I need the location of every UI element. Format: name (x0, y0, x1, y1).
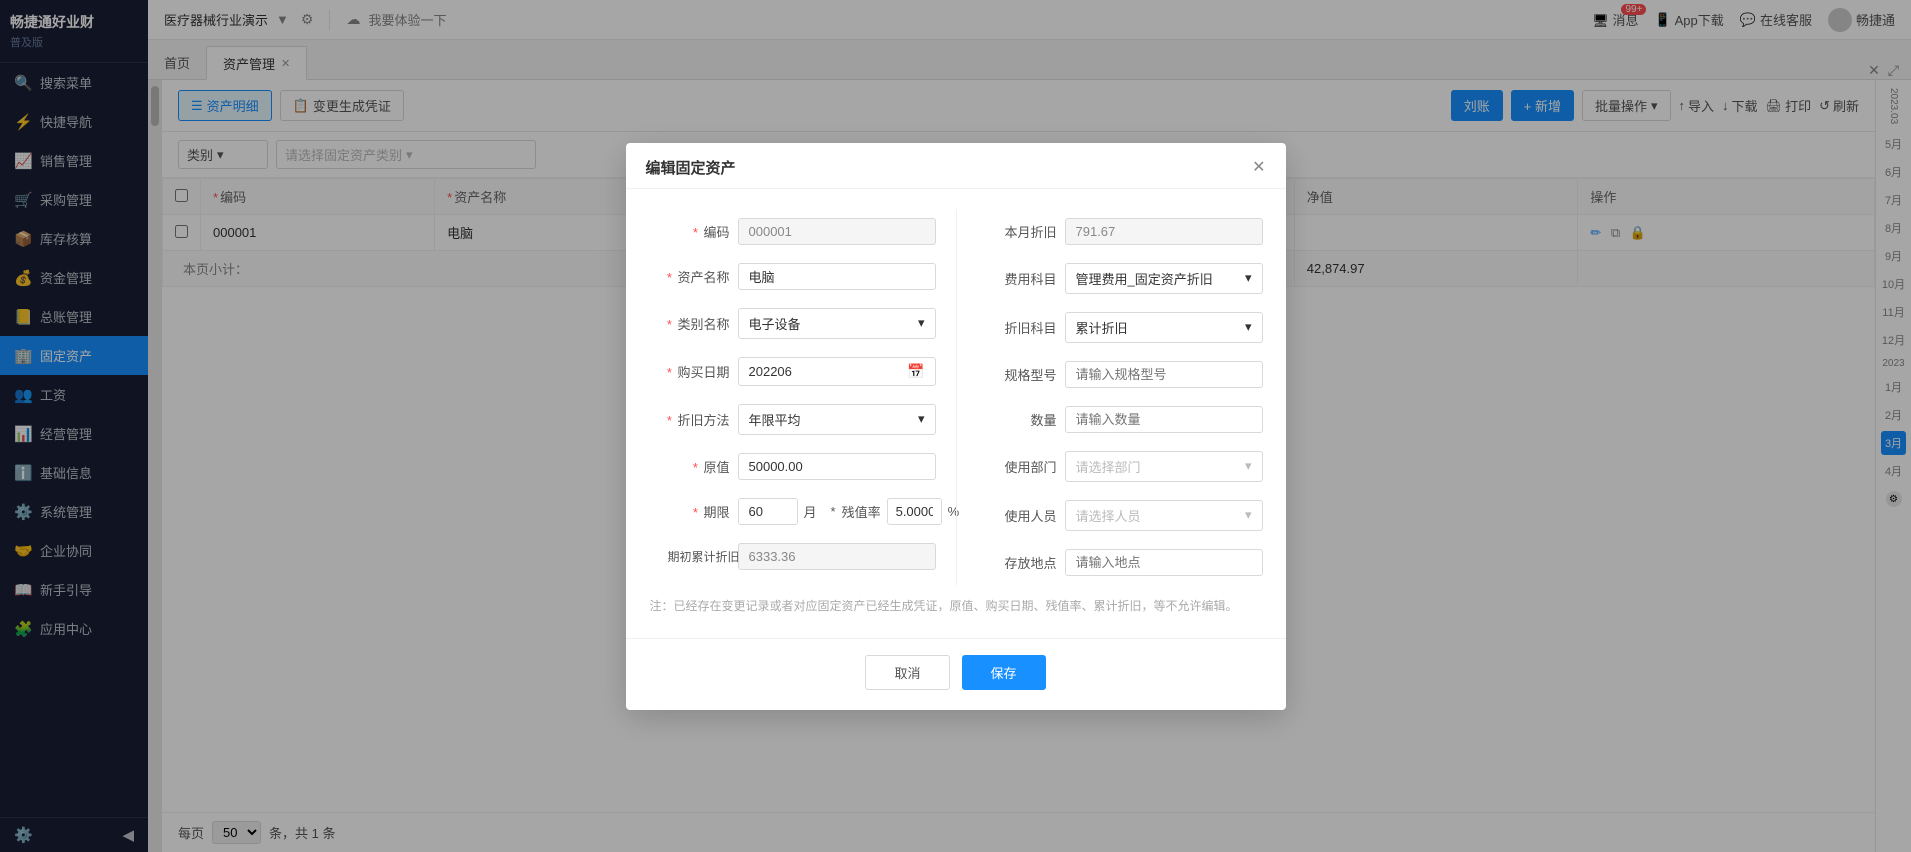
purchase-date-value: 202206 (749, 364, 792, 379)
form-row-expense-account: 费用科目 管理费用_固定资产折旧 ▾ (977, 254, 1263, 303)
original-value-input[interactable] (738, 453, 936, 480)
asset-name-input[interactable] (738, 263, 936, 290)
department-label: 使用部门 (977, 457, 1057, 476)
period-label: * 期限 (650, 502, 730, 521)
expense-account-value: 管理费用_固定资产折旧 (1076, 269, 1213, 288)
modal-body: * 编码 * 资产名称 * 类别名称 电子设备 ▾ (626, 189, 1286, 638)
form-row-quantity: 数量 (977, 397, 1263, 442)
dep-account-label: 折旧科目 (977, 318, 1057, 337)
form-left-col: * 编码 * 资产名称 * 类别名称 电子设备 ▾ (650, 209, 956, 585)
form-row-depreciation-method: * 折旧方法 年限平均 ▾ (650, 395, 936, 444)
form-row-purchase-date: * 购买日期 202206 📅 (650, 348, 936, 395)
person-placeholder: 请选择人员 (1076, 506, 1141, 525)
depreciation-method-label: * 折旧方法 (650, 410, 730, 429)
expense-account-chevron-icon: ▾ (1245, 270, 1252, 286)
quantity-label: 数量 (977, 410, 1057, 429)
location-input[interactable] (1065, 549, 1263, 576)
modal-close-button[interactable]: ✕ (1252, 157, 1265, 177)
category-chevron-icon: ▾ (918, 315, 925, 331)
form-row-department: 使用部门 请选择部门 ▾ (977, 442, 1263, 491)
modal-header: 编辑固定资产 ✕ (626, 143, 1286, 189)
form-row-spec: 规格型号 (977, 352, 1263, 397)
purchase-date-label: * 购买日期 (650, 362, 730, 381)
code-input[interactable] (738, 218, 936, 245)
period-unit: 月 (804, 502, 817, 521)
edit-asset-modal: 编辑固定资产 ✕ * 编码 * 资产名称 (626, 143, 1286, 710)
residual-rate-input[interactable] (887, 498, 942, 525)
original-value-label: * 原值 (650, 457, 730, 476)
modal-note-area: 注：已经存在变更记录或者对应固定资产已经生成凭证，原值、购买日期、残值率、累计折… (650, 597, 1262, 614)
modal-overlay: 编辑固定资产 ✕ * 编码 * 资产名称 (0, 0, 1911, 852)
person-label: 使用人员 (977, 506, 1057, 525)
code-label: * 编码 (650, 222, 730, 241)
expense-account-select[interactable]: 管理费用_固定资产折旧 ▾ (1065, 263, 1263, 294)
cancel-button[interactable]: 取消 (865, 655, 949, 690)
form-row-location: 存放地点 (977, 540, 1263, 585)
category-select[interactable]: 电子设备 ▾ (738, 308, 936, 339)
form-row-monthly-depreciation: 本月折旧 (977, 209, 1263, 254)
form-row-dep-account: 折旧科目 累计折旧 ▾ (977, 303, 1263, 352)
initial-depreciation-input[interactable] (738, 543, 936, 570)
form-row-original-value: * 原值 (650, 444, 936, 489)
person-chevron-icon: ▾ (1245, 507, 1252, 523)
residual-label-text: 残值率 (842, 502, 881, 521)
depreciation-method-select[interactable]: 年限平均 ▾ (738, 404, 936, 435)
spec-label: 规格型号 (977, 365, 1057, 384)
department-chevron-icon: ▾ (1245, 458, 1252, 474)
category-name-label: * 类别名称 (650, 314, 730, 333)
form-row-category: * 类别名称 电子设备 ▾ (650, 299, 936, 348)
initial-depreciation-label: 期初累计折旧 (650, 548, 740, 565)
form-right-col: 本月折旧 费用科目 管理费用_固定资产折旧 ▾ 折旧科目 (956, 209, 1263, 585)
quantity-input[interactable] (1065, 406, 1263, 433)
form-grid: * 编码 * 资产名称 * 类别名称 电子设备 ▾ (650, 209, 1262, 585)
form-row-asset-name: * 资产名称 (650, 254, 936, 299)
monthly-dep-input[interactable] (1065, 218, 1263, 245)
department-select[interactable]: 请选择部门 ▾ (1065, 451, 1263, 482)
period-input[interactable] (738, 498, 798, 525)
location-label: 存放地点 (977, 553, 1057, 572)
modal-note-text: 注：已经存在变更记录或者对应固定资产已经生成凭证，原值、购买日期、残值率、累计折… (650, 597, 1262, 614)
modal-footer: 取消 保存 (626, 638, 1286, 710)
depreciation-method-chevron-icon: ▾ (918, 411, 925, 427)
residual-rate-label: * (831, 504, 836, 519)
person-select[interactable]: 请选择人员 ▾ (1065, 500, 1263, 531)
calendar-icon[interactable]: 📅 (907, 363, 924, 380)
dep-account-value: 累计折旧 (1076, 318, 1128, 337)
dep-account-select[interactable]: 累计折旧 ▾ (1065, 312, 1263, 343)
dep-account-chevron-icon: ▾ (1245, 319, 1252, 335)
form-row-initial-depreciation: 期初累计折旧 (650, 534, 936, 579)
monthly-dep-label: 本月折旧 (977, 222, 1057, 241)
spec-input[interactable] (1065, 361, 1263, 388)
depreciation-method-value: 年限平均 (749, 410, 801, 429)
category-select-value: 电子设备 (749, 314, 801, 333)
save-button[interactable]: 保存 (962, 655, 1046, 690)
asset-name-label: * 资产名称 (650, 267, 730, 286)
period-residual-group: 月 * 残值率 % (738, 498, 936, 525)
modal-title: 编辑固定资产 (646, 157, 736, 178)
expense-account-label: 费用科目 (977, 269, 1057, 288)
form-row-code: * 编码 (650, 209, 936, 254)
department-placeholder: 请选择部门 (1076, 457, 1141, 476)
form-row-period-residual: * 期限 月 * 残值率 % (650, 489, 936, 534)
purchase-date-input[interactable]: 202206 📅 (738, 357, 936, 386)
form-row-person: 使用人员 请选择人员 ▾ (977, 491, 1263, 540)
